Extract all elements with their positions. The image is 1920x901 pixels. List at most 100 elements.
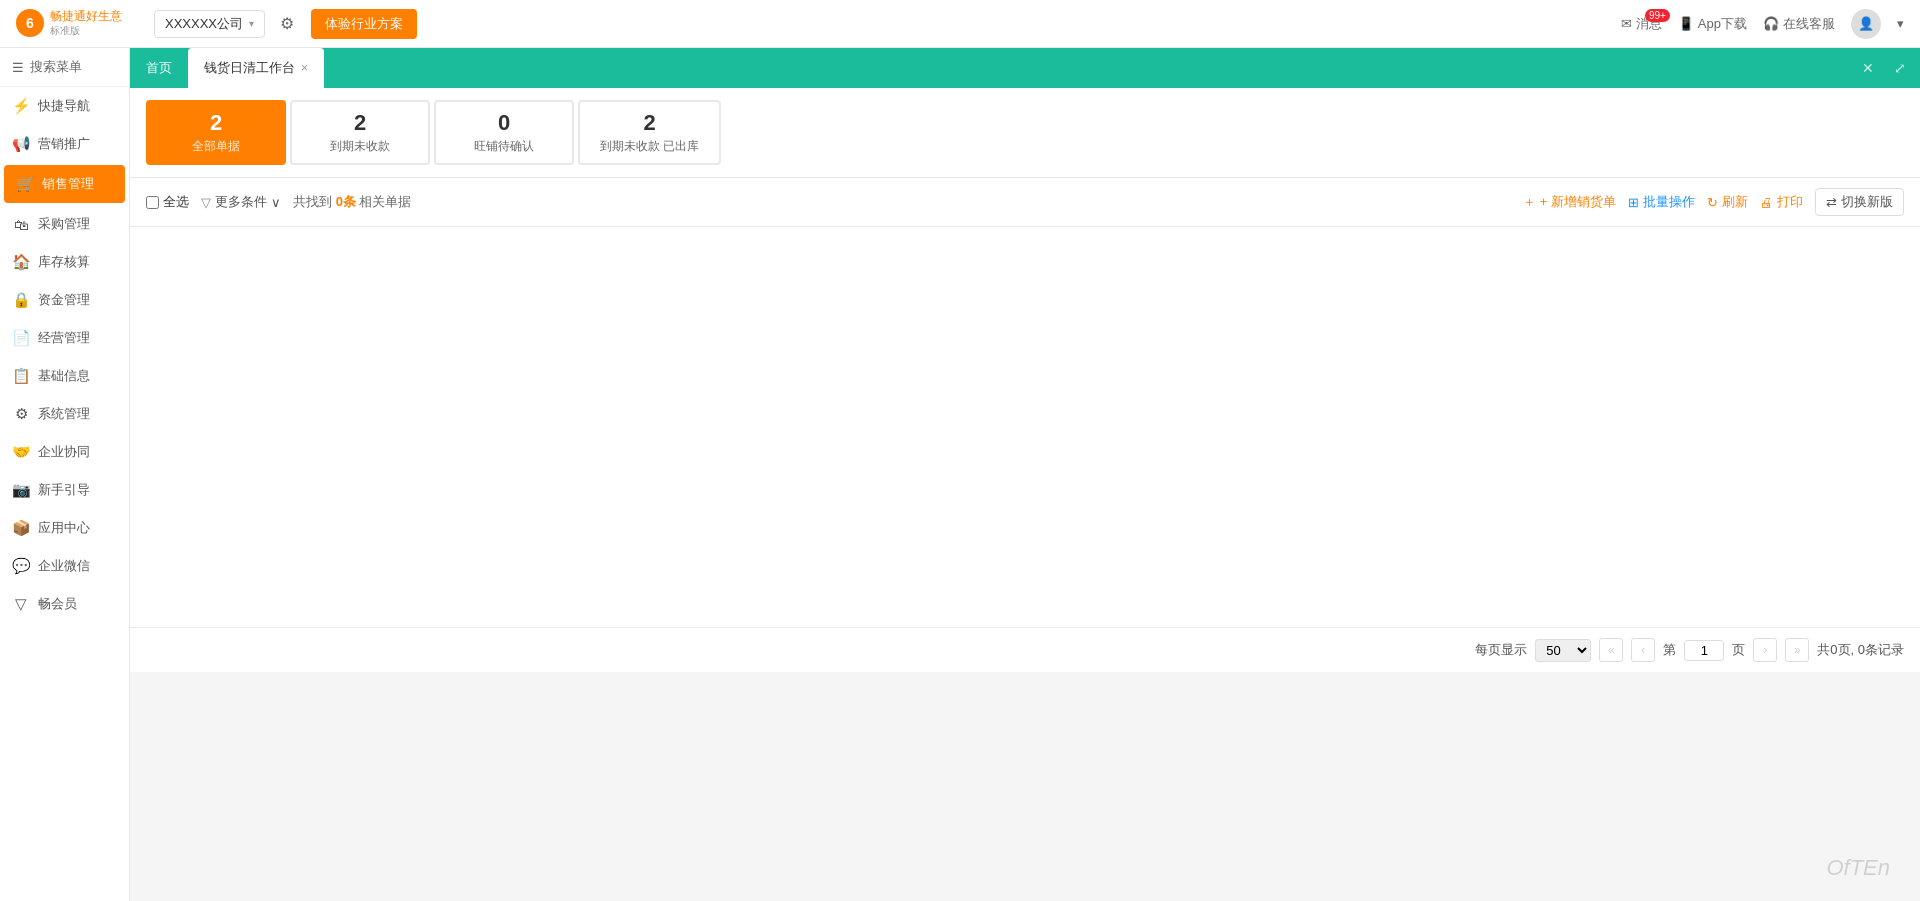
stat-label-all: 全部单据 [168, 138, 264, 155]
finance-icon: 🔒 [12, 291, 30, 309]
sidebar-item-operations[interactable]: 📄 经营管理 [0, 319, 129, 357]
sidebar-item-basics[interactable]: 📋 基础信息 [0, 357, 129, 395]
page-number-input[interactable] [1684, 640, 1724, 661]
sidebar-item-marketing[interactable]: 📢 营销推广 [0, 125, 129, 163]
page-size-label: 每页显示 [1475, 641, 1527, 659]
total-records: 共0页, 0条记录 [1817, 641, 1904, 659]
sidebar-label-member: 畅会员 [38, 595, 77, 613]
app-name: 畅捷通好生意 [50, 9, 122, 23]
batch-operation-button[interactable]: ⊞ 批量操作 [1628, 193, 1695, 211]
stat-number-overdue: 2 [312, 110, 408, 136]
online-service-label: 在线客服 [1783, 15, 1835, 33]
message-item[interactable]: ✉ 消息 99+ [1621, 15, 1662, 33]
tab-expand-button[interactable]: ⤢ [1888, 56, 1912, 80]
avatar-icon: 👤 [1858, 16, 1874, 31]
prev-page-button[interactable]: ‹ [1631, 638, 1655, 662]
stat-card-overdue-shipped[interactable]: 2 到期未收款 已出库 [578, 100, 721, 165]
tab-home-label: 首页 [146, 59, 172, 77]
app-download-label: App下载 [1698, 15, 1747, 33]
sidebar-label-purchase: 采购管理 [38, 215, 90, 233]
cooperation-icon: 🤝 [12, 443, 30, 461]
switch-icon: ⇄ [1826, 195, 1837, 210]
user-avatar[interactable]: 👤 [1851, 9, 1881, 39]
online-service-item[interactable]: 🎧 在线客服 [1763, 15, 1835, 33]
company-selector[interactable]: XXXXXX公司 ▾ [154, 10, 265, 38]
sidebar-label-appcenter: 应用中心 [38, 519, 90, 537]
print-button[interactable]: 🖨 打印 [1760, 193, 1803, 211]
tab-active-label: 钱货日清工作台 [204, 59, 295, 77]
sidebar-item-cooperation[interactable]: 🤝 企业协同 [0, 433, 129, 471]
sidebar-item-system[interactable]: ⚙ 系统管理 [0, 395, 129, 433]
filter-label: 更多条件 [215, 193, 267, 211]
sidebar-label-sales: 销售管理 [42, 175, 94, 193]
download-icon: 📱 [1678, 16, 1694, 31]
sidebar-item-wechat[interactable]: 💬 企业微信 [0, 547, 129, 585]
message-icon: ✉ [1621, 16, 1632, 31]
batch-icon: ⊞ [1628, 195, 1639, 210]
sidebar-item-quick-nav[interactable]: ⚡ 快捷导航 [0, 87, 129, 125]
page-unit: 页 [1732, 641, 1745, 659]
sidebar-label-guide: 新手引导 [38, 481, 90, 499]
sidebar-label-basics: 基础信息 [38, 367, 90, 385]
sidebar-item-appcenter[interactable]: 📦 应用中心 [0, 509, 129, 547]
settings-icon[interactable]: ⚙ [273, 10, 301, 38]
sales-icon: 🛒 [16, 175, 34, 193]
refresh-icon: ↻ [1707, 195, 1718, 210]
basics-icon: 📋 [12, 367, 30, 385]
sidebar-item-guide[interactable]: 📷 新手引导 [0, 471, 129, 509]
service-icon: 🎧 [1763, 16, 1779, 31]
switch-new-version-button[interactable]: ⇄ 切换新版 [1815, 188, 1904, 216]
sidebar-item-finance[interactable]: 🔒 资金管理 [0, 281, 129, 319]
sidebar-item-member[interactable]: ▽ 畅会员 [0, 585, 129, 623]
message-badge: 99+ [1645, 9, 1670, 22]
stat-number-overdue-shipped: 2 [600, 110, 699, 136]
page-content: 2 全部单据 2 到期未收款 0 旺铺待确认 2 到期未收款 已出库 [130, 88, 1920, 901]
sidebar: ☰ 搜索菜单 ⚡ 快捷导航 📢 营销推广 🛒 销售管理 🛍 采购管理 🏠 库存核… [0, 48, 130, 901]
main-layout: ☰ 搜索菜单 ⚡ 快捷导航 📢 营销推广 🛒 销售管理 🛍 采购管理 🏠 库存核… [0, 48, 1920, 901]
filter-button[interactable]: ▽ 更多条件 ∨ [201, 193, 281, 211]
page-size-select[interactable]: 50 20 100 [1535, 639, 1591, 662]
stat-label-overdue: 到期未收款 [312, 138, 408, 155]
app-badge: 标准版 [50, 24, 122, 38]
tab-close-button[interactable]: ✕ [1856, 56, 1880, 80]
app-download-item[interactable]: 📱 App下载 [1678, 15, 1747, 33]
stat-number-all: 2 [168, 110, 264, 136]
sidebar-item-purchase[interactable]: 🛍 采购管理 [0, 205, 129, 243]
guide-icon: 📷 [12, 481, 30, 499]
stat-card-pending[interactable]: 0 旺铺待确认 [434, 100, 574, 165]
select-all-checkbox[interactable]: 全选 [146, 193, 189, 211]
sidebar-label-finance: 资金管理 [38, 291, 90, 309]
content-area: 首页 钱货日清工作台 × ✕ ⤢ 2 全部单据 2 到期未收款 [130, 48, 1920, 901]
sidebar-item-sales[interactable]: 🛒 销售管理 [4, 165, 125, 203]
tab-active[interactable]: 钱货日清工作台 × [188, 48, 324, 88]
select-all-label: 全选 [163, 193, 189, 211]
try-industry-button[interactable]: 体验行业方案 [311, 9, 417, 39]
add-sales-order-button[interactable]: ＋ + 新增销货单 [1523, 193, 1616, 211]
stat-card-all[interactable]: 2 全部单据 [146, 100, 286, 165]
sidebar-label-wechat: 企业微信 [38, 557, 90, 575]
last-page-button[interactable]: » [1785, 638, 1809, 662]
chevron-down-icon-user: ▾ [1897, 16, 1904, 31]
sidebar-item-inventory[interactable]: 🏠 库存核算 [0, 243, 129, 281]
first-page-button[interactable]: « [1599, 638, 1623, 662]
search-icon: ☰ [12, 60, 24, 75]
user-name-area[interactable]: ▾ [1897, 16, 1904, 31]
select-all-input[interactable] [146, 196, 159, 209]
operations-icon: 📄 [12, 329, 30, 347]
wechat-icon: 💬 [12, 557, 30, 575]
chevron-down-filter-icon: ∨ [271, 195, 281, 210]
logo-icon: 6 [16, 9, 44, 37]
stat-number-pending: 0 [456, 110, 552, 136]
refresh-button[interactable]: ↻ 刷新 [1707, 193, 1748, 211]
sidebar-label-quick-nav: 快捷导航 [38, 97, 90, 115]
sidebar-search[interactable]: ☰ 搜索菜单 [0, 48, 129, 87]
tab-home[interactable]: 首页 [130, 48, 188, 88]
sidebar-label-inventory: 库存核算 [38, 253, 90, 271]
found-text: 共找到 0条 相关单据 [293, 193, 411, 211]
tab-close-icon[interactable]: × [301, 61, 308, 75]
sidebar-label-marketing: 营销推广 [38, 135, 90, 153]
sidebar-label-cooperation: 企业协同 [38, 443, 90, 461]
stat-card-overdue[interactable]: 2 到期未收款 [290, 100, 430, 165]
next-page-button[interactable]: › [1753, 638, 1777, 662]
header-right: ✉ 消息 99+ 📱 App下载 🎧 在线客服 👤 ▾ [1621, 9, 1904, 39]
